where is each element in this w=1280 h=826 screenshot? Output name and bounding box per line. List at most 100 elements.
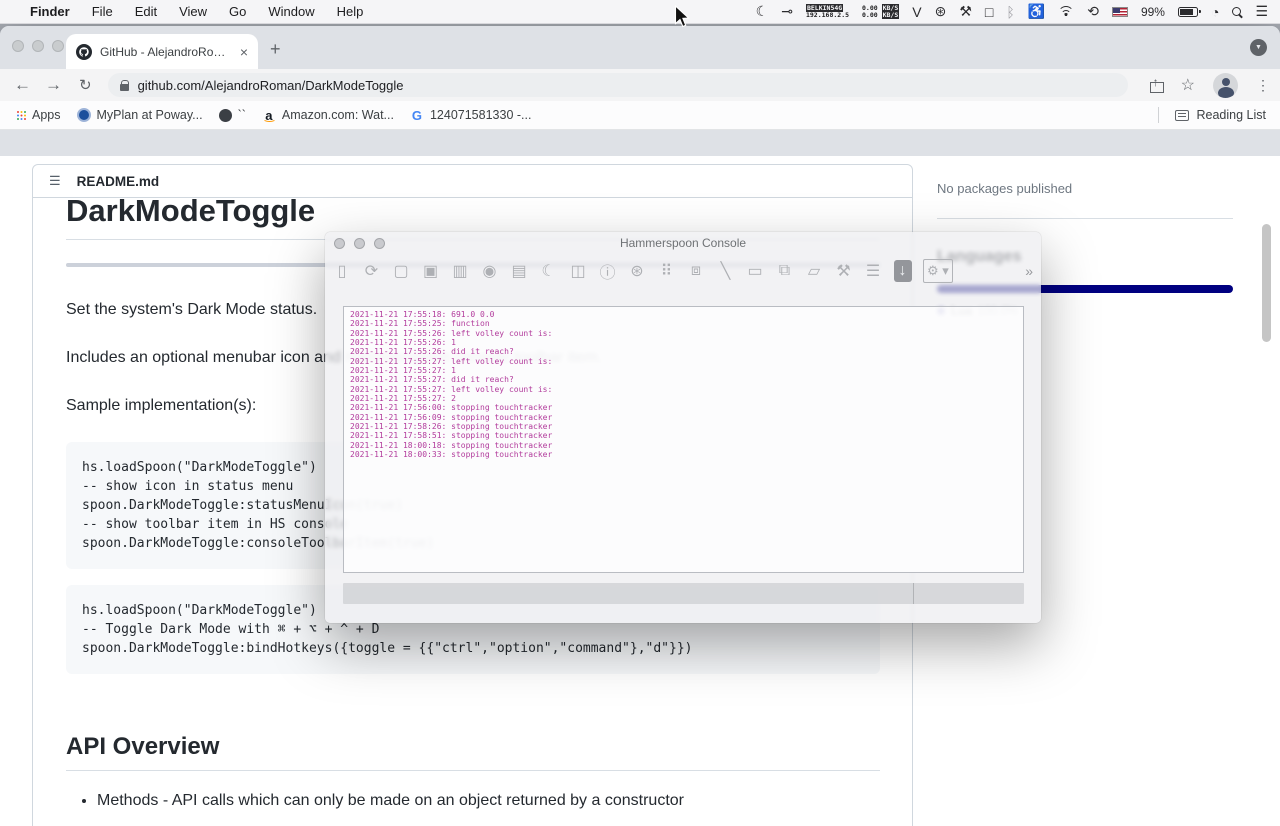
bookmark-globe[interactable]: `` [218,108,246,122]
menubar-item[interactable]: File [92,4,113,19]
table-of-contents-icon[interactable]: ☰ [49,173,61,189]
page-scrollbar-thumb[interactable] [1262,224,1271,342]
console-toolbar: ▯ ⟳ ▢ ▣ ▥ ◉ ▤ ☾ ◫ ⓘ ⊛ ⠿ ⧈ ╲ ▭ ⧉ ▱ ⚒ ☰ ↓ ⚙ ▾ » [325,255,1041,287]
rectangle-app-menu-icon[interactable]: □ [985,4,993,20]
menubar-status-area: ☾ ⊸ BELKIN54G 192.168.2.5 0.00 KB/S 0.00 K… [756,3,1280,20]
console-list-icon[interactable]: ▤ [510,260,528,282]
grid-icon[interactable]: ⠿ [658,260,676,282]
reading-list-button[interactable]: Reading List [1197,108,1267,122]
console-log-line: 2021-11-21 17:55:18: 691.0 0.0 [350,310,495,319]
folder-icon[interactable]: ▱ [805,260,823,282]
menubar-item[interactable]: Finder [30,4,70,19]
bookmark-google[interactable]: G 124071581330 -... [410,107,532,123]
console-zoom-button[interactable] [374,238,385,249]
bookmarks-bar: Apps MyPlan at Poway... `` a Amazon.com:… [0,101,1280,130]
tools-icon[interactable]: ⚒ [835,260,853,282]
tab-strip: GitHub - AlejandroRoman/Dark × + ▼ [0,26,1280,69]
spotlight-search-icon[interactable] [1232,6,1242,17]
forward-button[interactable]: → [45,75,62,95]
reload-icon[interactable]: ⟳ [363,260,381,282]
toggle-icon[interactable]: ▯ [333,260,351,282]
console-log-line: 2021-11-21 17:55:27: 2 [350,394,456,404]
network-name-indicator[interactable]: BELKIN54G 192.168.2.5 [805,3,849,19]
ssl-lock-icon[interactable] [119,79,130,91]
no-packages-text: No packages published [937,181,1073,196]
console-input-field[interactable] [343,583,1024,604]
wifi-menu-icon[interactable] [1058,6,1075,17]
bookmark-apps[interactable]: Apps [16,108,61,122]
address-bar[interactable]: github.com/AlejandroRoman/DarkModeToggle [107,73,1128,97]
photos-icon[interactable]: ▣ [422,260,440,282]
console-log-line: 2021-11-21 17:55:25: function [350,319,490,329]
bookmarks-divider [1157,107,1159,123]
console-log-line: 2021-11-21 17:58:51: stopping touchtrack… [350,431,553,441]
dark-mode-moon-icon[interactable]: ☾ [540,260,558,282]
sliders-icon[interactable]: ☰ [864,260,882,282]
console-log-area[interactable]: 2021-11-21 17:55:18: 691.0 0.0 2021-11-21… [343,306,1024,573]
tab-close-icon[interactable]: × [240,44,248,60]
inbox-download-icon[interactable]: ↓ [893,260,912,282]
back-button[interactable]: ← [14,75,31,95]
network-speed-indicator[interactable]: 0.00 KB/S 0.00 KB/S [862,3,900,19]
battery-percentage: 99% [1140,4,1165,19]
v-app-menu-icon[interactable]: V [912,4,921,20]
macos-menubar: Finder File Edit View Go Window Help ☾ ⊸ BELKI… [0,0,1280,24]
bookmark-favicon: G [411,107,423,123]
hammerspoon-console-window[interactable]: Hammerspoon Console ▯ ⟳ ▢ ▣ ▥ ◉ ▤ ☾ ◫ ⓘ ⊛ ⠿ ⧈ ╲ ▭ ⧉ ▱ ⚒ ☰ ↓… [325,232,1041,623]
console-close-button[interactable] [334,238,345,249]
doors-icon[interactable]: ◫ [569,260,587,282]
sidebar-divider [937,218,1233,219]
minimize-window-button[interactable] [32,40,44,52]
menubar-item[interactable]: Edit [135,4,157,19]
tab-search-button[interactable]: ▼ [1250,39,1267,56]
readme-sticky-header: ☰ README.md [33,165,912,198]
bookmark-myplan[interactable]: MyPlan at Poway... [76,108,203,122]
bookmark-favicon [16,110,26,120]
notification-center-icon[interactable]: ☰ [1255,3,1268,20]
bookmark-star-icon[interactable]: ☆ [1181,75,1195,95]
bookmark-favicon: a [262,108,276,123]
url-text: github.com/AlejandroRoman/DarkModeToggle [137,77,404,93]
console-titlebar[interactable]: Hammerspoon Console [325,232,1041,255]
menubar-item[interactable]: Help [337,4,364,19]
hammerspoon-menu-icon[interactable]: ⚒ [959,3,972,20]
new-tab-button[interactable]: + [270,39,281,60]
window-icon[interactable]: ▭ [746,260,764,282]
menubar-item[interactable]: View [179,4,207,19]
profile-avatar[interactable] [1213,72,1238,98]
share-icon[interactable] [1149,75,1164,93]
console-log-line: 2021-11-21 17:55:26: left volley count i… [350,328,553,338]
trash-icon[interactable]: ▥ [451,260,469,282]
reload-button[interactable]: ↻ [79,76,92,94]
asterisk-app-menu-icon[interactable]: ⊛ [935,3,947,20]
gear-dropdown-icon[interactable]: ⚙ ▾ [923,259,953,283]
copy-icon[interactable]: ⧉ [776,260,794,282]
menubar-item[interactable]: Go [229,4,246,19]
keyboard-layout-flag-icon[interactable] [1111,6,1128,17]
frame-icon[interactable]: ⧈ [687,260,705,282]
info-icon[interactable]: ⓘ [599,260,617,282]
console-minimize-button[interactable] [354,238,365,249]
time-machine-menu-icon[interactable]: ⟲ [1087,3,1099,20]
bookmark-amazon[interactable]: a Amazon.com: Wat... [262,108,394,123]
github-favicon [76,43,92,60]
spoon-icon[interactable]: ╲ [717,260,735,282]
menu-dots-icon[interactable]: ⋮ [1256,77,1270,94]
battery-icon[interactable] [1177,6,1201,17]
reading-list-icon [1174,109,1189,121]
document-icon[interactable]: ▢ [392,260,410,282]
bookmark-favicon [76,108,91,122]
accessibility-menu-icon[interactable]: ♿ [1028,3,1045,20]
toolbar-overflow-chevron[interactable]: » [1025,263,1033,279]
api-overview-heading: API Overview [66,733,880,771]
zoom-window-button[interactable] [52,40,64,52]
tablet-connector-icon[interactable]: ⊸ [781,3,793,20]
browser-tab[interactable]: GitHub - AlejandroRoman/Dark × [66,34,258,69]
eye-icon[interactable]: ◉ [481,260,499,282]
dark-mode-menu-icon[interactable]: ☾ [756,3,769,20]
asterisk-icon[interactable]: ⊛ [628,260,646,282]
close-window-button[interactable] [12,40,24,52]
gauge-menu-icon[interactable]: ◔ [1211,4,1219,20]
menubar-item[interactable]: Window [268,4,314,19]
bluetooth-menu-icon[interactable]: ᛒ [1006,4,1014,20]
